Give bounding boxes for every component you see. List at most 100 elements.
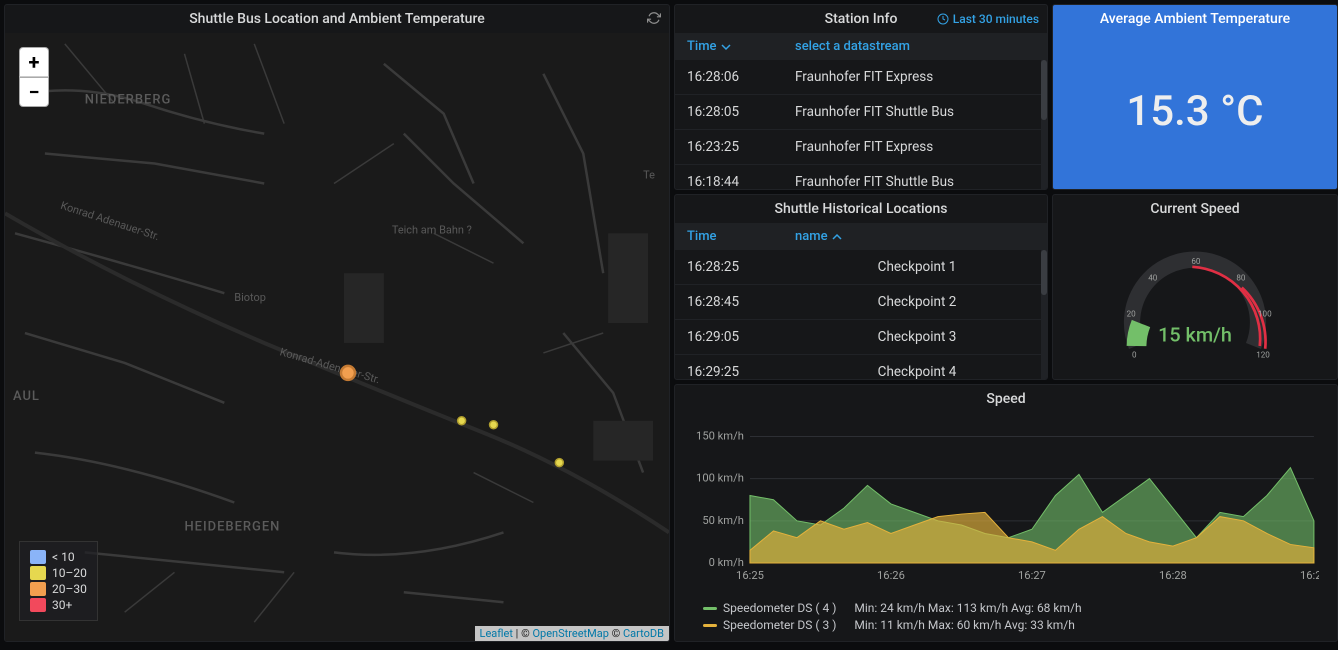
- svg-text:60: 60: [1191, 256, 1201, 266]
- table-row[interactable]: 16:28:45Checkpoint 2: [675, 285, 1047, 320]
- svg-text:20: 20: [1127, 308, 1137, 318]
- district-label: NIEDERBERG: [85, 93, 172, 108]
- gauge-chart: 15 km/h 0 20 40 60 80 100 120: [1105, 241, 1285, 361]
- speed-chart: 0 km/h 50 km/h 100 km/h 150 km/h 16:25 16:26 1…: [689, 423, 1319, 583]
- column-time[interactable]: Time: [683, 39, 795, 54]
- zoom-out-button[interactable]: −: [19, 77, 49, 107]
- panel-title[interactable]: Shuttle Bus Location and Ambient Tempera…: [5, 5, 669, 33]
- carto-link[interactable]: CartoDB: [623, 627, 664, 640]
- current-speed-panel: Current Speed 15 km/h 0 20 40 60 80 100 …: [1052, 194, 1338, 380]
- refresh-icon[interactable]: [647, 11, 661, 28]
- svg-text:16:29: 16:29: [1300, 569, 1319, 582]
- scrollbar-thumb[interactable]: [1041, 250, 1047, 295]
- legend-entry[interactable]: Speedometer DS ( 3 ) Min: 11 km/h Max: 6…: [703, 618, 1319, 632]
- time-range-selector[interactable]: Last 30 minutes: [937, 12, 1039, 26]
- svg-text:50 km/h: 50 km/h: [702, 514, 744, 527]
- scrollbar[interactable]: [1041, 250, 1047, 379]
- legend-swatch: [30, 566, 46, 580]
- column-time[interactable]: Time: [683, 229, 795, 244]
- legend-line-icon: [703, 624, 717, 627]
- svg-text:80: 80: [1236, 272, 1246, 282]
- zoom-in-button[interactable]: +: [19, 47, 49, 77]
- table-header: Time select a datastream: [675, 33, 1047, 60]
- legend-swatch: [30, 582, 46, 596]
- legend-label: 30+: [52, 598, 72, 612]
- sort-asc-icon: [832, 232, 842, 242]
- gauge-title-text: Current Speed: [1150, 201, 1239, 217]
- table-row[interactable]: 16:28:06Fraunhofer FIT Express: [675, 60, 1047, 95]
- scrollbar[interactable]: [1041, 60, 1047, 189]
- panel-title[interactable]: Speed: [675, 385, 1337, 413]
- osm-link[interactable]: OpenStreetMap: [532, 627, 608, 640]
- chart-body[interactable]: 0 km/h 50 km/h 100 km/h 150 km/h 16:25 16:26 1…: [675, 413, 1337, 594]
- historical-locations-panel: Shuttle Historical Locations Time name 1…: [674, 194, 1048, 380]
- historical-table: Time name 16:28:25Checkpoint 1 16:28:45C…: [675, 223, 1047, 379]
- svg-text:40: 40: [1148, 272, 1158, 282]
- map-marker[interactable]: [458, 417, 466, 425]
- panel-title[interactable]: Average Ambient Temperature: [1053, 5, 1337, 33]
- svg-text:0 km/h: 0 km/h: [709, 556, 744, 569]
- table-row[interactable]: 16:28:05Fraunhofer FIT Shuttle Bus: [675, 95, 1047, 130]
- map-marker[interactable]: [555, 459, 563, 467]
- temperature-value: 15.3 °C: [1053, 33, 1337, 189]
- table-row[interactable]: 16:23:25Fraunhofer FIT Express: [675, 130, 1047, 165]
- legend-entry[interactable]: Speedometer DS ( 4 ) Min: 24 km/h Max: 1…: [703, 601, 1319, 615]
- panel-title[interactable]: Current Speed: [1053, 195, 1337, 223]
- chart-legend: Speedometer DS ( 4 ) Min: 24 km/h Max: 1…: [675, 594, 1337, 641]
- station-info-panel: Station Info Last 30 minutes Time select…: [674, 4, 1048, 190]
- table-header: Time name: [675, 223, 1047, 250]
- legend-line-icon: [703, 607, 717, 610]
- legend-swatch: [30, 550, 46, 564]
- svg-text:120: 120: [1256, 350, 1270, 360]
- district-label: AUL: [13, 389, 40, 404]
- station-title-text: Station Info: [825, 11, 898, 27]
- table-row[interactable]: 16:28:25Checkpoint 1: [675, 250, 1047, 285]
- speed-title-text: Speed: [986, 391, 1025, 407]
- legend-label: 10–20: [52, 566, 87, 580]
- road-label: Biotop: [234, 291, 266, 304]
- hist-title-text: Shuttle Historical Locations: [774, 201, 947, 217]
- table-row[interactable]: 16:29:25Checkpoint 4: [675, 355, 1047, 379]
- svg-text:150 km/h: 150 km/h: [696, 430, 744, 443]
- legend-label: 20–30: [52, 582, 87, 596]
- avg-temperature-panel: Average Ambient Temperature 15.3 °C: [1052, 4, 1338, 190]
- svg-text:100 km/h: 100 km/h: [696, 472, 744, 485]
- temp-title-text: Average Ambient Temperature: [1100, 11, 1290, 27]
- legend-swatch: [30, 598, 46, 612]
- column-datastream[interactable]: select a datastream: [795, 39, 1039, 54]
- map-marker-orange[interactable]: [341, 366, 355, 380]
- road-label: Te: [643, 168, 655, 181]
- zoom-controls: + −: [19, 47, 49, 107]
- gauge-value: 15 km/h: [1158, 324, 1232, 347]
- table-body: 16:28:25Checkpoint 1 16:28:45Checkpoint …: [675, 250, 1047, 379]
- table-body: 16:28:06Fraunhofer FIT Express 16:28:05F…: [675, 60, 1047, 189]
- leaflet-link[interactable]: Leaflet: [480, 627, 513, 640]
- svg-text:16:26: 16:26: [877, 569, 905, 582]
- map-marker[interactable]: [490, 421, 498, 429]
- map-title-text: Shuttle Bus Location and Ambient Tempera…: [189, 11, 485, 27]
- table-row[interactable]: 16:18:44Fraunhofer FIT Shuttle Bus: [675, 165, 1047, 189]
- map-canvas[interactable]: NIEDERBERG AUL HEIDEBERGEN Konrad Adenau…: [5, 33, 669, 641]
- panel-title[interactable]: Shuttle Historical Locations: [675, 195, 1047, 223]
- speed-chart-panel: Speed 0 km/h 50 km/h 100 km/h 150 km/h 16:25…: [674, 384, 1338, 642]
- panel-title[interactable]: Station Info Last 30 minutes: [675, 5, 1047, 33]
- svg-text:100: 100: [1258, 308, 1272, 318]
- station-table: Time select a datastream 16:28:06Fraunho…: [675, 33, 1047, 189]
- svg-text:16:27: 16:27: [1018, 569, 1046, 582]
- sort-desc-icon: [721, 42, 731, 52]
- district-label: HEIDEBERGEN: [184, 519, 280, 534]
- gauge-body: 15 km/h 0 20 40 60 80 100 120: [1053, 223, 1337, 379]
- map-panel: Shuttle Bus Location and Ambient Tempera…: [4, 4, 670, 642]
- scrollbar-thumb[interactable]: [1041, 60, 1047, 120]
- column-name[interactable]: name: [795, 229, 1039, 244]
- legend-label: < 10: [52, 550, 75, 564]
- road-label: Teich am Bahn ?: [392, 223, 472, 236]
- svg-text:0: 0: [1132, 350, 1137, 360]
- map-attribution: Leaflet | © OpenStreetMap © CartoDB: [475, 626, 669, 641]
- map-svg: NIEDERBERG AUL HEIDEBERGEN Konrad Adenau…: [5, 33, 669, 641]
- svg-text:16:28: 16:28: [1159, 569, 1187, 582]
- clock-icon: [937, 13, 949, 25]
- svg-text:16:25: 16:25: [736, 569, 764, 582]
- map-legend: < 10 10–20 20–30 30+: [19, 541, 98, 621]
- table-row[interactable]: 16:29:05Checkpoint 3: [675, 320, 1047, 355]
